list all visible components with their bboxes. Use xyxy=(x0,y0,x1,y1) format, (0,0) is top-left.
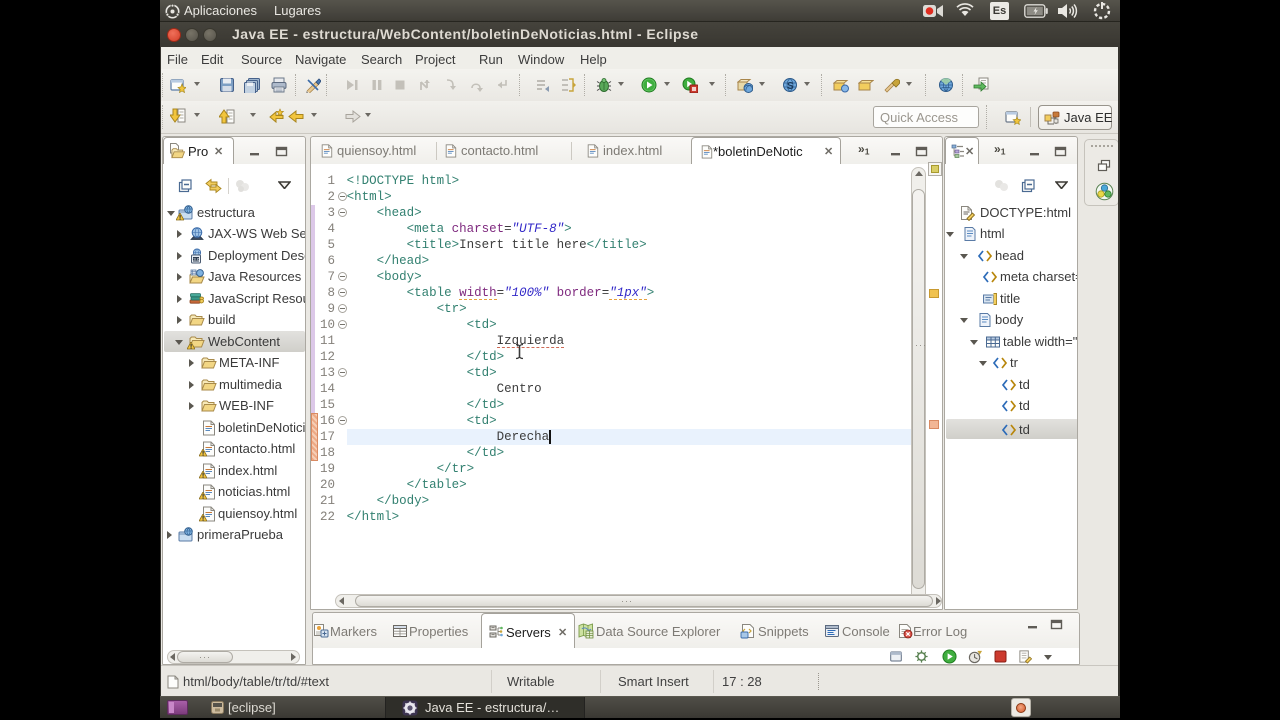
svg-text:S: S xyxy=(787,81,794,92)
